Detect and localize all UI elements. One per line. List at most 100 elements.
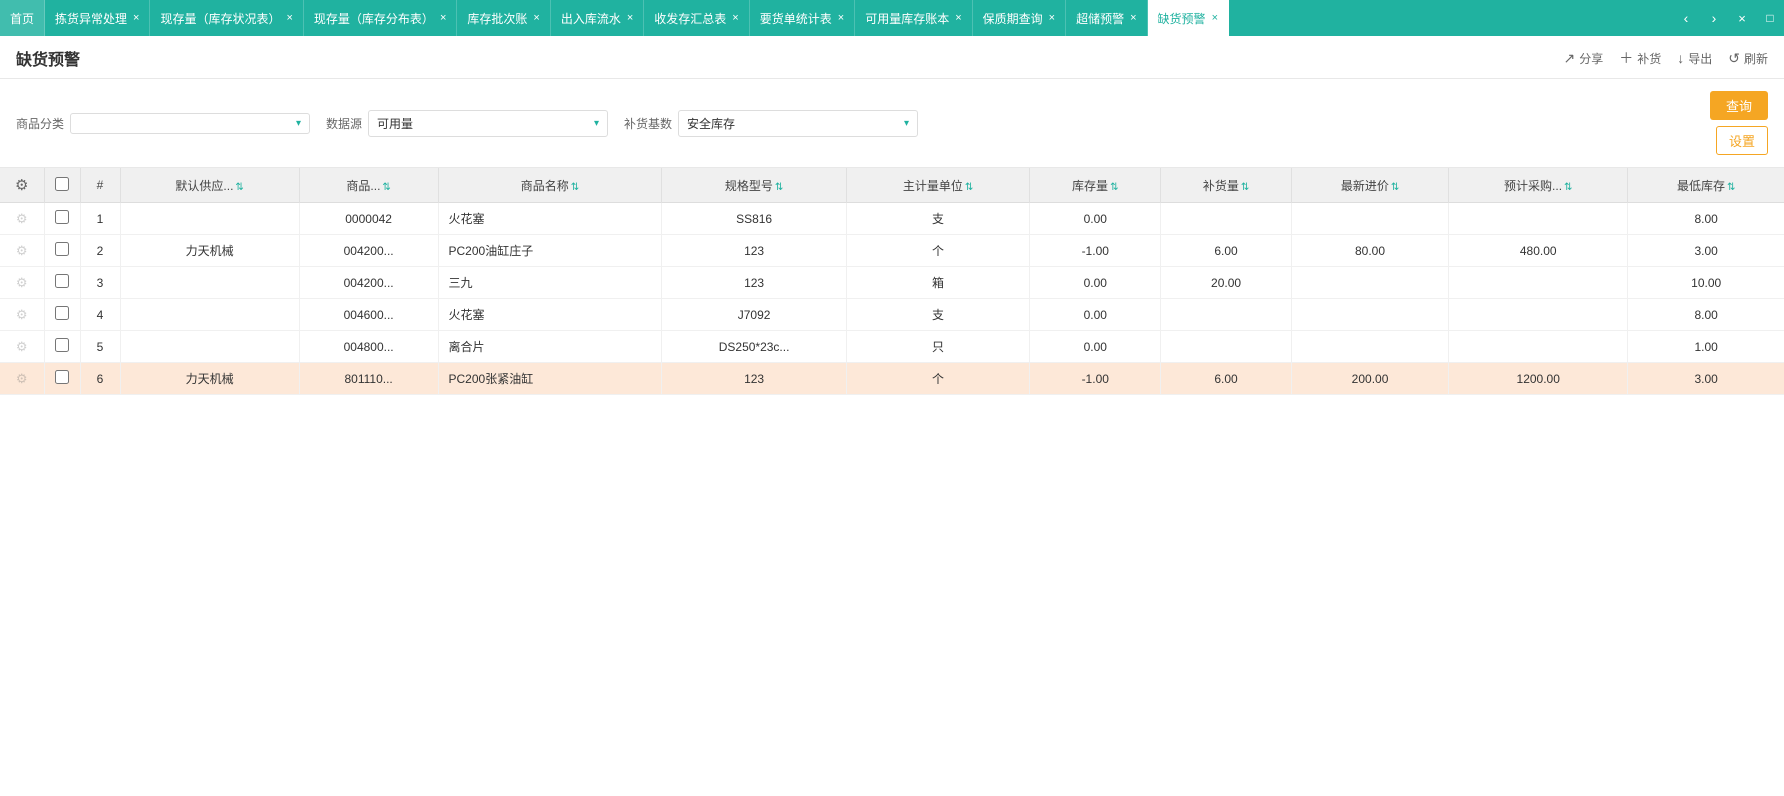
- tab-label-receipt-summary: 收发存汇总表: [654, 10, 726, 27]
- restock-action[interactable]: ＋ 补货: [1619, 48, 1661, 68]
- col-header-gear[interactable]: ⚙: [0, 168, 44, 203]
- row-gear-icon[interactable]: ⚙: [6, 275, 38, 291]
- cell-product-name: 离合片: [438, 331, 662, 363]
- cell-product-code: 004800...: [299, 331, 438, 363]
- cell-gear: ⚙: [0, 299, 44, 331]
- tab-batch-account[interactable]: 库存批次账×: [457, 0, 550, 36]
- cell-est-purchase: 1200.00: [1449, 363, 1628, 395]
- col-header-latest-price[interactable]: 最新进价⇅: [1291, 168, 1448, 203]
- cell-check: [44, 267, 80, 299]
- tab-demand-stats[interactable]: 要货单统计表×: [750, 0, 855, 36]
- tab-close-stockout-warn[interactable]: ×: [1212, 12, 1218, 24]
- row-checkbox[interactable]: [55, 210, 69, 224]
- row-checkbox[interactable]: [55, 242, 69, 256]
- gear-icon[interactable]: ⚙: [6, 176, 38, 194]
- tab-close-all[interactable]: ×: [1728, 0, 1756, 36]
- tab-overstock-warn[interactable]: 超储预警 ×: [1066, 0, 1147, 36]
- cell-product-code: 004200...: [299, 267, 438, 299]
- table-row: ⚙4004600...火花塞J7092支0.008.00: [0, 299, 1784, 331]
- col-header-unit[interactable]: 主计量单位⇅: [846, 168, 1030, 203]
- refresh-action[interactable]: ↺ 刷新: [1728, 50, 1768, 67]
- cell-gear: ⚙: [0, 363, 44, 395]
- col-header-product-code[interactable]: 商品...⇅: [299, 168, 438, 203]
- header-actions: ↗ 分享 ＋ 补货 ↓ 导出 ↺ 刷新: [1563, 48, 1768, 68]
- category-select[interactable]: ▾: [70, 113, 310, 134]
- col-header-product-name[interactable]: 商品名称⇅: [438, 168, 662, 203]
- row-checkbox[interactable]: [55, 274, 69, 288]
- cell-check: [44, 299, 80, 331]
- table-row: ⚙3004200...三九123箱0.0020.0010.00: [0, 267, 1784, 299]
- tab-bar: 首页拣货异常处理×现存量（库存状况表）×现存量（库存分布表）×库存批次账×出入库…: [0, 0, 1784, 36]
- row-gear-icon[interactable]: ⚙: [6, 211, 38, 227]
- tab-close-inventory-status[interactable]: ×: [286, 12, 292, 24]
- tab-inventory-dist[interactable]: 现存量（库存分布表）×: [304, 0, 457, 36]
- tab-close-inout-flow[interactable]: ×: [627, 12, 633, 24]
- row-gear-icon[interactable]: ⚙: [6, 339, 38, 355]
- table-container: ⚙ # 默认供应...⇅ 商品...⇅ 商品名称⇅ 规格型号⇅ 主计量单位⇅ 库…: [0, 168, 1784, 796]
- tab-scroll-left[interactable]: ‹: [1672, 0, 1700, 36]
- col-header-default-supplier[interactable]: 默认供应...⇅: [120, 168, 299, 203]
- tab-close-overstock-warn[interactable]: ×: [1130, 12, 1136, 24]
- cell-default-supplier: 力天机械: [120, 235, 299, 267]
- tab-inventory-status[interactable]: 现存量（库存状况表）×: [150, 0, 303, 36]
- tab-close-available-ledger[interactable]: ×: [955, 12, 961, 24]
- tab-close-expiry-query[interactable]: ×: [1049, 12, 1055, 24]
- tab-label-stockout-warn: 缺货预警: [1158, 10, 1206, 27]
- col-header-min-stock[interactable]: 最低库存⇅: [1628, 168, 1784, 203]
- export-action[interactable]: ↓ 导出: [1677, 50, 1712, 67]
- tab-close-inventory-dist[interactable]: ×: [440, 12, 446, 24]
- cell-latest-price: [1291, 299, 1448, 331]
- cell-min-stock: 10.00: [1628, 267, 1784, 299]
- tab-close-exception[interactable]: ×: [133, 12, 139, 24]
- cell-check: [44, 331, 80, 363]
- cell-spec: 123: [662, 267, 846, 299]
- share-action[interactable]: ↗ 分享: [1563, 50, 1603, 67]
- tab-exception[interactable]: 拣货异常处理×: [45, 0, 150, 36]
- col-header-est-purchase[interactable]: 预计采购...⇅: [1449, 168, 1628, 203]
- cell-unit: 只: [846, 331, 1030, 363]
- row-checkbox[interactable]: [55, 338, 69, 352]
- cell-spec: DS250*23c...: [662, 331, 846, 363]
- select-all-checkbox[interactable]: [55, 177, 69, 191]
- tab-close-batch-account[interactable]: ×: [533, 12, 539, 24]
- cell-stock-qty: -1.00: [1030, 363, 1161, 395]
- row-gear-icon[interactable]: ⚙: [6, 243, 38, 259]
- tab-receipt-summary[interactable]: 收发存汇总表 ×: [644, 0, 749, 36]
- col-header-stock-qty[interactable]: 库存量⇅: [1030, 168, 1161, 203]
- tab-available-ledger[interactable]: 可用量库存账本×: [855, 0, 972, 36]
- datasource-value: 可用量: [377, 115, 413, 132]
- tab-expiry-query[interactable]: 保质期查询×: [973, 0, 1066, 36]
- restock-basis-select[interactable]: 安全库存 ▾: [678, 110, 918, 137]
- table-row: ⚙6力天机械801110...PC200张紧油缸123个-1.006.00200…: [0, 363, 1784, 395]
- row-gear-icon[interactable]: ⚙: [6, 307, 38, 323]
- table-body: ⚙10000042火花塞SS816支0.008.00⚙2力天机械004200..…: [0, 203, 1784, 395]
- tab-maximize[interactable]: □: [1756, 0, 1784, 36]
- cell-product-code: 004200...: [299, 235, 438, 267]
- category-label: 商品分类: [16, 115, 64, 132]
- col-header-restock-qty[interactable]: 补货量⇅: [1161, 168, 1292, 203]
- cell-est-purchase: [1449, 299, 1628, 331]
- datasource-select[interactable]: 可用量 ▾: [368, 110, 608, 137]
- datasource-filter-group: 数据源 可用量 ▾: [326, 110, 608, 137]
- row-checkbox[interactable]: [55, 306, 69, 320]
- col-header-spec[interactable]: 规格型号⇅: [662, 168, 846, 203]
- col-header-check[interactable]: [44, 168, 80, 203]
- tab-close-receipt-summary[interactable]: ×: [732, 12, 738, 24]
- settings-button[interactable]: 设置: [1716, 126, 1768, 155]
- tab-stockout-warn[interactable]: 缺货预警 ×: [1148, 0, 1229, 36]
- cell-stock-qty: 0.00: [1030, 203, 1161, 235]
- cell-product-name: PC200油缸庄子: [438, 235, 662, 267]
- cell-num: 2: [80, 235, 120, 267]
- table-row: ⚙10000042火花塞SS816支0.008.00: [0, 203, 1784, 235]
- cell-latest-price: [1291, 203, 1448, 235]
- query-button[interactable]: 查询: [1710, 91, 1768, 120]
- tab-inout-flow[interactable]: 出入库流水×: [551, 0, 644, 36]
- tab-close-demand-stats[interactable]: ×: [838, 12, 844, 24]
- row-checkbox[interactable]: [55, 370, 69, 384]
- row-gear-icon[interactable]: ⚙: [6, 371, 38, 387]
- tab-scroll-right[interactable]: ›: [1700, 0, 1728, 36]
- cell-product-name: 火花塞: [438, 299, 662, 331]
- category-filter-group: 商品分类 ▾: [16, 113, 310, 134]
- tab-home[interactable]: 首页: [0, 0, 45, 36]
- tab-label-overstock-warn: 超储预警: [1076, 10, 1124, 27]
